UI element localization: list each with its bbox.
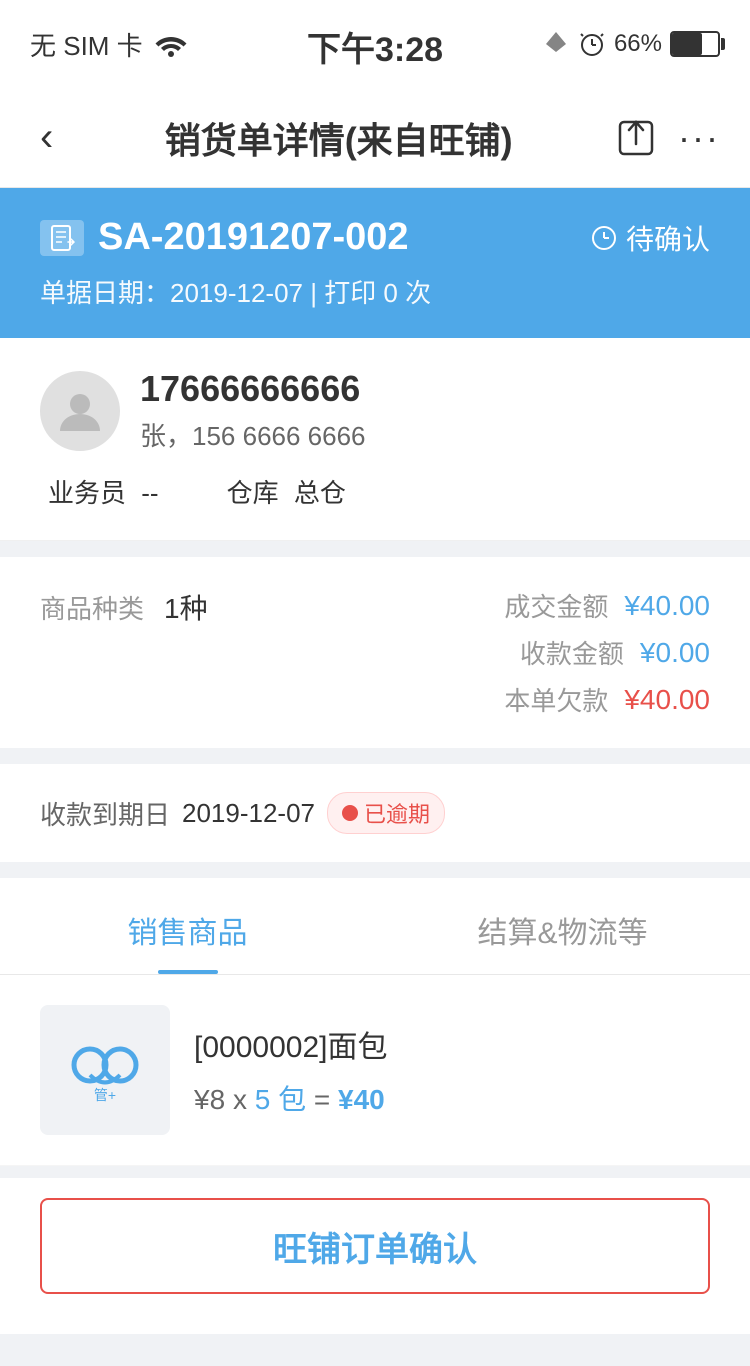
warehouse-label: 仓库 — [227, 478, 279, 508]
product-unit: 包 — [278, 1084, 306, 1115]
payment-label: 收款金额 — [520, 634, 624, 671]
order-banner-top: SA-20191207-002 待确认 — [40, 216, 710, 259]
status-text: 待确认 — [626, 218, 710, 258]
product-logo: 管+ — [60, 1035, 150, 1105]
customer-info: 17666666666 张，156 6666 6666 — [140, 368, 366, 453]
product-type-group: 商品种类 1种 — [40, 587, 208, 627]
battery-text: 66% — [614, 30, 662, 58]
status-carrier: 无 SIM 卡 — [30, 26, 189, 63]
tabs-header: 销售商品 结算&物流等 — [0, 878, 750, 975]
wifi-icon — [153, 31, 189, 57]
due-date-label: 收款到期日 — [40, 795, 170, 832]
alarm-icon — [578, 30, 606, 58]
product-total: ¥40 — [338, 1084, 385, 1115]
salesman-value: -- — [141, 478, 158, 508]
overdue-text: 已逾期 — [364, 797, 430, 829]
transaction-row: 成交金额 ¥40.00 — [504, 587, 710, 624]
more-icon[interactable]: ··· — [678, 117, 720, 159]
payment-row: 收款金额 ¥0.00 — [520, 634, 710, 671]
tab-sales-products[interactable]: 销售商品 — [0, 878, 375, 974]
salesman-field: 业务员 -- — [40, 473, 159, 510]
carrier-text: 无 SIM 卡 — [30, 26, 143, 63]
tab-settlement-label: 结算&物流等 — [477, 917, 647, 950]
equals-sign: = — [314, 1084, 338, 1115]
due-date-row: 收款到期日 2019-12-07 已逾期 — [40, 792, 710, 834]
order-id: SA-20191207-002 — [40, 216, 409, 259]
tab-sales-label: 销售商品 — [128, 917, 248, 950]
overdue-dot — [342, 805, 358, 821]
transaction-label: 成交金额 — [504, 587, 608, 624]
nav-bar: ‹ 销货单详情(来自旺铺) ··· — [0, 88, 750, 188]
customer-phone: 17666666666 — [140, 368, 366, 410]
location-icon — [542, 30, 570, 58]
nav-actions: ··· — [614, 116, 720, 160]
confirm-order-button[interactable]: 旺铺订单确认 — [40, 1198, 710, 1294]
summary-section: 商品种类 1种 成交金额 ¥40.00 收款金额 ¥0.00 本单欠款 ¥40.… — [0, 557, 750, 748]
customer-details: 业务员 -- 仓库 总仓 — [40, 473, 710, 510]
status-right: 66% — [542, 30, 720, 58]
due-date-section: 收款到期日 2019-12-07 已逾期 — [0, 764, 750, 862]
order-number: SA-20191207-002 — [98, 216, 409, 259]
order-status: 待确认 — [590, 218, 710, 258]
bottom-bar: 旺铺订单确认 — [0, 1178, 750, 1334]
tabs-section: 销售商品 结算&物流等 管+ [0000002]面包 — [0, 878, 750, 1166]
battery-bar — [670, 31, 720, 57]
product-qty: 5 — [255, 1084, 271, 1115]
status-time: 下午3:28 — [307, 22, 443, 71]
due-date-value: 2019-12-07 — [182, 798, 315, 829]
product-price: ¥8 — [194, 1084, 225, 1115]
product-calc: ¥8 x 5 包 = ¥40 — [194, 1078, 710, 1118]
svg-text:管+: 管+ — [94, 1087, 116, 1103]
tab-settlement[interactable]: 结算&物流等 — [375, 878, 750, 974]
warehouse-value: 总仓 — [294, 478, 346, 508]
salesman-label: 业务员 — [48, 478, 126, 508]
warehouse-field: 仓库 总仓 — [219, 473, 346, 510]
product-info: [0000002]面包 ¥8 x 5 包 = ¥40 — [194, 1022, 710, 1118]
share-icon[interactable] — [614, 116, 658, 160]
product-item: 管+ [0000002]面包 ¥8 x 5 包 = ¥40 — [0, 975, 750, 1166]
product-thumbnail: 管+ — [40, 1005, 170, 1135]
product-type-value: 1种 — [164, 587, 208, 627]
payment-value: ¥0.00 — [640, 637, 710, 669]
order-meta: 单据日期：2019-12-07 | 打印 0 次 — [40, 273, 710, 310]
battery-fill — [672, 33, 702, 55]
status-bar: 无 SIM 卡 下午3:28 66% — [0, 0, 750, 88]
due-value: ¥40.00 — [624, 684, 710, 716]
product-type-label: 商品种类 — [40, 589, 144, 626]
summary-row: 商品种类 1种 成交金额 ¥40.00 收款金额 ¥0.00 本单欠款 ¥40.… — [40, 587, 710, 718]
due-row: 本单欠款 ¥40.00 — [504, 681, 710, 718]
multiply-sign: x — [233, 1084, 255, 1115]
order-icon — [40, 220, 84, 256]
back-button[interactable]: ‹ — [30, 105, 63, 170]
clock-icon — [590, 224, 618, 252]
confirm-button-label: 旺铺订单确认 — [273, 1222, 477, 1271]
customer-name: 张，156 6666 6666 — [140, 416, 366, 453]
transaction-value: ¥40.00 — [624, 590, 710, 622]
avatar — [40, 371, 120, 451]
customer-row: 17666666666 张，156 6666 6666 — [40, 368, 710, 453]
due-label: 本单欠款 — [504, 681, 608, 718]
product-name: [0000002]面包 — [194, 1022, 710, 1066]
customer-section: 17666666666 张，156 6666 6666 业务员 -- 仓库 总仓 — [0, 338, 750, 541]
page-title: 销货单详情(来自旺铺) — [165, 112, 513, 164]
amounts-group: 成交金额 ¥40.00 收款金额 ¥0.00 本单欠款 ¥40.00 — [504, 587, 710, 718]
overdue-badge: 已逾期 — [327, 792, 445, 834]
product-list: 管+ [0000002]面包 ¥8 x 5 包 = ¥40 — [0, 975, 750, 1166]
order-banner: SA-20191207-002 待确认 单据日期：2019-12-07 | 打印… — [0, 188, 750, 338]
